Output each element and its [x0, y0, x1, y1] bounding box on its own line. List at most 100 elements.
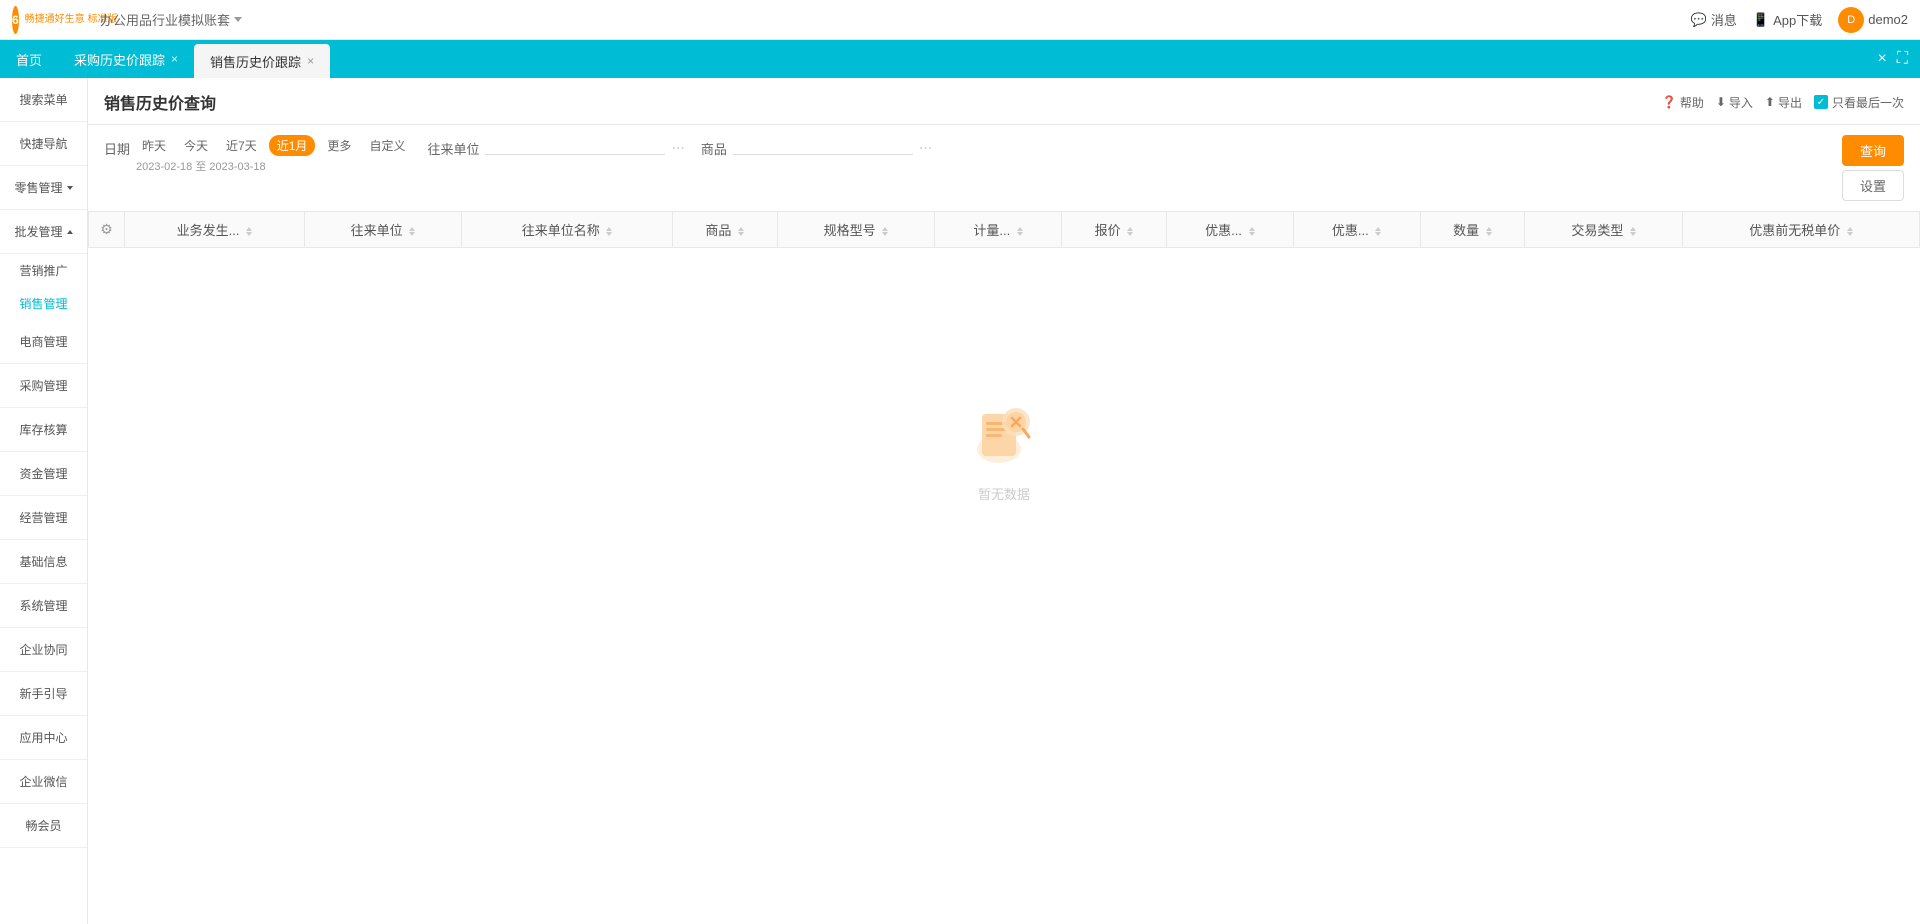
page-header: 销售历史价查询 ❓ 帮助 ⬇ 导入 ⬆ 导出	[88, 78, 1920, 125]
date-btn-custom[interactable]: 自定义	[363, 135, 411, 156]
close-all-icon[interactable]: ×	[1877, 50, 1886, 68]
sidebar-enterprise-wechat-label: 企业微信	[19, 773, 67, 790]
chevron-down-icon	[234, 17, 242, 22]
sort-arrows-price	[1127, 227, 1133, 236]
import-button[interactable]: ⬇ 导入	[1716, 94, 1753, 111]
export-icon: ⬆	[1765, 95, 1775, 109]
sort-arrow-up	[1017, 227, 1023, 231]
export-label: 导出	[1778, 94, 1802, 111]
sort-arrow-up	[1375, 227, 1381, 231]
sidebar-item-marketing[interactable]: 营销推广	[0, 254, 87, 287]
table-col-pretax-price[interactable]: 优惠前无税单价	[1683, 212, 1920, 248]
date-options: 昨天 今天 近7天 近1月 更多 自定义 2023-02-18 至 2023-0…	[136, 135, 411, 174]
tab-purchase-history[interactable]: 采购历史价跟踪 ×	[58, 40, 194, 78]
sort-arrows-trade-type	[1630, 227, 1636, 236]
sidebar-ecommerce-label: 电商管理	[19, 333, 67, 350]
partner-input[interactable]	[485, 135, 665, 155]
help-button[interactable]: ❓ 帮助	[1662, 94, 1704, 111]
table-col-quantity[interactable]: 数量	[1420, 212, 1525, 248]
sort-arrow-up	[1847, 227, 1853, 231]
table-col-unit[interactable]: 计量...	[935, 212, 1062, 248]
table-col-biz-date[interactable]: 业务发生...	[125, 212, 305, 248]
tab-sales-history-label: 销售历史价跟踪	[210, 52, 301, 71]
page-title: 销售历史价查询	[104, 90, 216, 114]
date-filter-label: 日期	[104, 135, 130, 158]
tab-sales-history[interactable]: 销售历史价跟踪 ×	[194, 44, 330, 78]
chevron-up-icon	[67, 230, 73, 234]
sidebar-finance-label: 资金管理	[19, 465, 67, 482]
sidebar-item-new-guide[interactable]: 新手引导	[0, 672, 87, 716]
sidebar-item-retail-mgmt[interactable]: 零售管理	[0, 166, 87, 210]
sidebar-item-sales-mgmt[interactable]: 销售管理	[0, 287, 87, 320]
app-download-button[interactable]: 📱 App下载	[1753, 10, 1822, 29]
sort-arrows-pretax-price	[1847, 227, 1853, 236]
date-btn-last7days[interactable]: 近7天	[220, 135, 263, 156]
sidebar-item-enterprise-wechat[interactable]: 企业微信	[0, 760, 87, 804]
sidebar-item-search-menu[interactable]: 搜索菜单	[0, 78, 87, 122]
tab-home[interactable]: 首页	[0, 40, 58, 78]
sidebar-basic-info-label: 基础信息	[19, 553, 67, 570]
partner-input-group: ...	[485, 135, 684, 155]
query-button[interactable]: 查询	[1842, 135, 1904, 166]
sidebar-item-operations[interactable]: 经营管理	[0, 496, 87, 540]
sidebar-item-ecommerce[interactable]: 电商管理	[0, 320, 87, 364]
table-col-discount2[interactable]: 优惠...	[1293, 212, 1420, 248]
goods-input[interactable]	[733, 135, 913, 155]
partner-dots-button[interactable]: ...	[671, 136, 684, 154]
sort-arrow-down	[606, 232, 612, 236]
settings-button[interactable]: 设置	[1842, 170, 1904, 201]
only-last-checkbox[interactable]: 只看最后一次	[1814, 94, 1904, 111]
tab-purchase-history-close[interactable]: ×	[171, 53, 178, 65]
table-col-goods[interactable]: 商品	[672, 212, 777, 248]
export-button[interactable]: ⬆ 导出	[1765, 94, 1802, 111]
top-bar-right: 💬 消息 📱 App下载 D demo2	[1691, 7, 1908, 33]
sidebar-item-inventory[interactable]: 库存核算	[0, 408, 87, 452]
sidebar-vip-member-label: 畅会员	[25, 817, 61, 834]
date-btn-today[interactable]: 今天	[178, 135, 214, 156]
sidebar-item-quick-nav[interactable]: 快捷导航	[0, 122, 87, 166]
user-menu[interactable]: D demo2	[1838, 7, 1908, 33]
table-col-partner-code[interactable]: 往来单位	[304, 212, 462, 248]
date-btn-last1month[interactable]: 近1月	[269, 135, 316, 156]
tab-bar-actions: × ⛶	[1865, 40, 1920, 78]
sidebar-item-enterprise-collab[interactable]: 企业协同	[0, 628, 87, 672]
table-col-spec[interactable]: 规格型号	[777, 212, 935, 248]
table-col-partner-name[interactable]: 往来单位名称	[462, 212, 672, 248]
empty-state: 暂无数据	[88, 248, 1920, 648]
action-buttons: 查询 设置	[1842, 135, 1904, 201]
sidebar-item-basic-info[interactable]: 基础信息	[0, 540, 87, 584]
maximize-icon[interactable]: ⛶	[1897, 50, 1908, 68]
goods-dots-button[interactable]: ...	[919, 136, 932, 154]
only-last-label: 只看最后一次	[1832, 94, 1904, 111]
table-col-gear: ⚙	[89, 212, 125, 248]
empty-image	[964, 394, 1044, 474]
table-col-discount1[interactable]: 优惠...	[1166, 212, 1293, 248]
sort-arrows-goods	[738, 227, 744, 236]
sidebar-item-vip-member[interactable]: 畅会员	[0, 804, 87, 848]
sidebar-item-system-mgmt[interactable]: 系统管理	[0, 584, 87, 628]
sort-arrows-partner-code	[409, 227, 415, 236]
sidebar-item-wholesale-mgmt[interactable]: 批发管理	[0, 210, 87, 254]
partner-filter-label: 往来单位	[427, 135, 479, 158]
sidebar-search-menu-label: 搜索菜单	[19, 91, 67, 108]
sidebar-item-purchase-mgmt[interactable]: 采购管理	[0, 364, 87, 408]
app-selector[interactable]: 办公用品行业模拟账套	[100, 10, 242, 29]
tab-sales-history-close[interactable]: ×	[307, 55, 314, 67]
logo-icon: 6	[12, 6, 19, 34]
date-btn-more[interactable]: 更多	[321, 135, 357, 156]
sidebar-item-app-center[interactable]: 应用中心	[0, 716, 87, 760]
goods-filter-label: 商品	[701, 135, 727, 158]
partner-filter-group: 往来单位 ...	[427, 135, 684, 158]
sort-arrows-spec	[882, 227, 888, 236]
sidebar-item-finance[interactable]: 资金管理	[0, 452, 87, 496]
gear-icon[interactable]: ⚙	[100, 221, 113, 237]
date-range-text: 2023-02-18 至 2023-03-18	[136, 158, 411, 174]
table-col-price[interactable]: 报价	[1062, 212, 1167, 248]
date-btn-yesterday[interactable]: 昨天	[136, 135, 172, 156]
message-button[interactable]: 💬 消息	[1691, 10, 1737, 29]
table-col-trade-type[interactable]: 交易类型	[1525, 212, 1683, 248]
sort-arrow-down	[409, 232, 415, 236]
sort-arrow-up	[409, 227, 415, 231]
date-filter-group: 日期 昨天 今天 近7天 近1月 更多 自定义 2023-02-18 至 202…	[104, 135, 411, 174]
tab-home-label: 首页	[16, 50, 42, 69]
